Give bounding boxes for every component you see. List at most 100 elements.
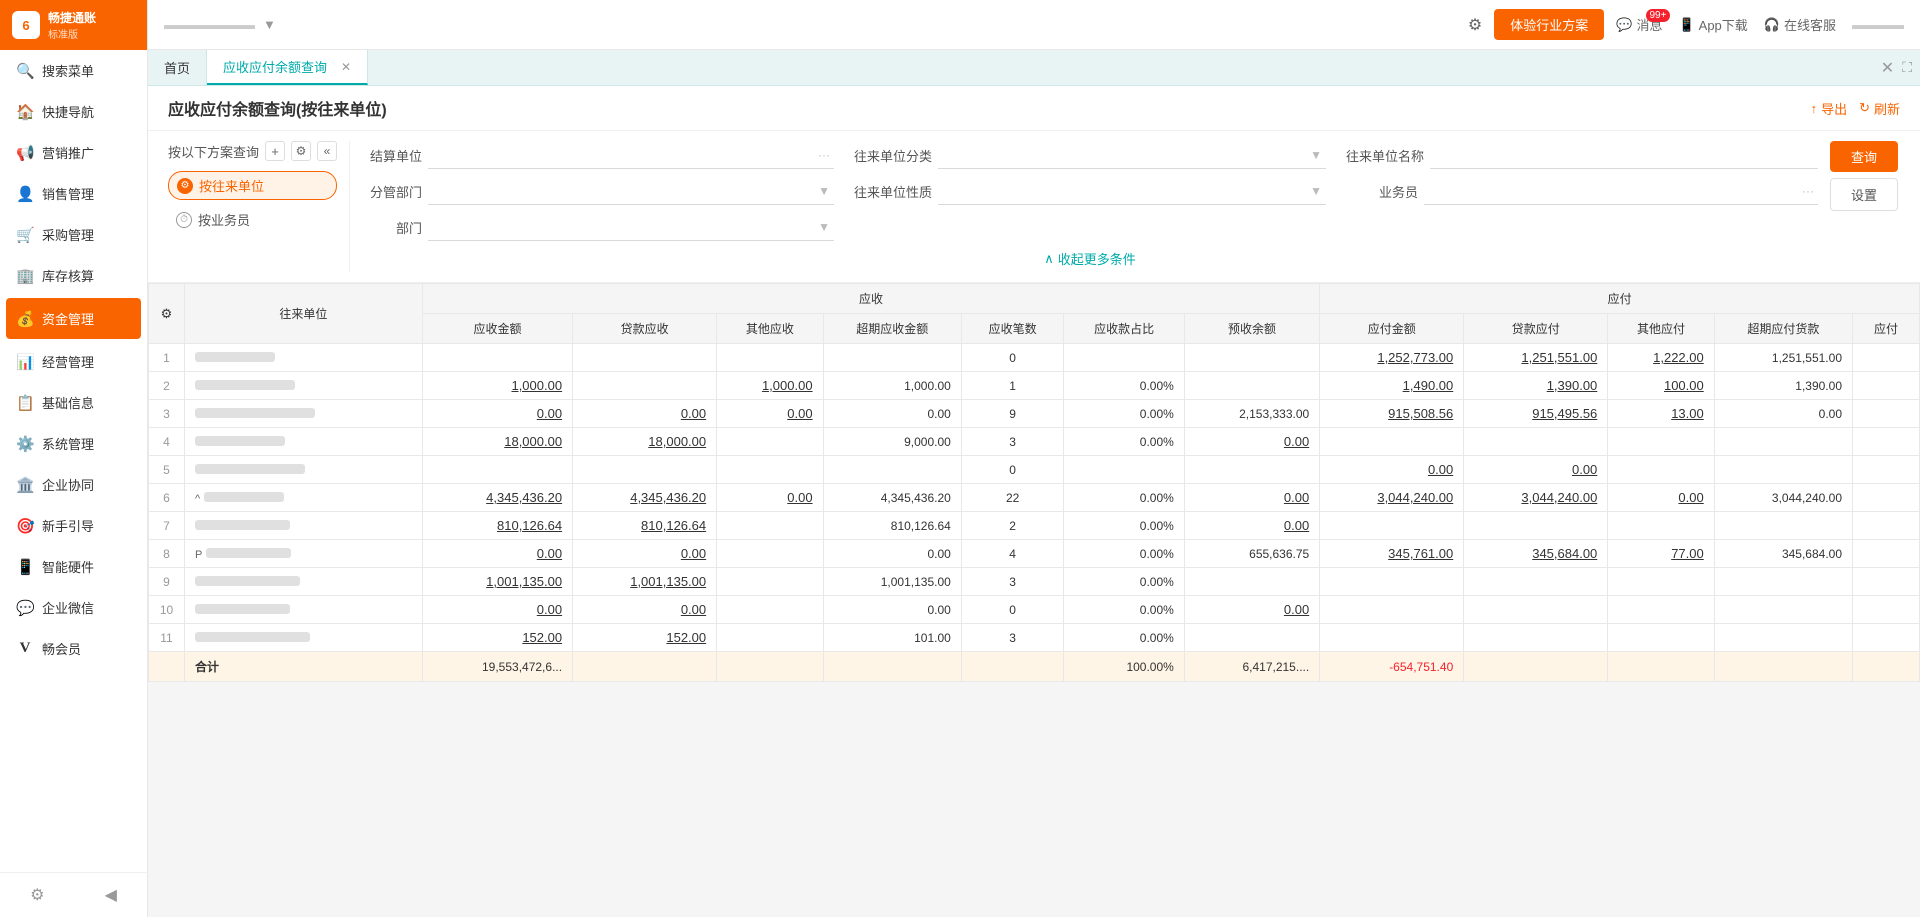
chat-icon: 💬 xyxy=(16,599,34,617)
sidebar-item-quick-nav[interactable]: 🏠 快捷导航 xyxy=(0,91,147,132)
window-expand-btn[interactable]: ⛶ xyxy=(1902,59,1912,76)
page-title: 应收应付余额查询(按往来单位) xyxy=(168,96,387,120)
chart-icon: 📊 xyxy=(16,353,34,371)
member-icon: V xyxy=(16,640,34,657)
home-icon: 🏠 xyxy=(16,103,34,121)
sidebar-item-inventory[interactable]: 🏢 库存核算 xyxy=(0,255,147,296)
nature-arrow-icon: ▼ xyxy=(1310,184,1322,198)
guide-icon: 🎯 xyxy=(16,517,34,535)
sidebar-item-marketing[interactable]: 📢 营销推广 xyxy=(0,132,147,173)
filter-row-1: 结算单位 ··· 往来单位分类 ▼ 往来单位名称 xyxy=(362,141,1818,169)
app-download-btn[interactable]: 📱 App下载 xyxy=(1678,15,1747,34)
refresh-icon: ↻ xyxy=(1859,100,1870,116)
user-info: ▬▬▬▬ xyxy=(1852,17,1904,32)
total-row: 合计 19,553,472,6... 100.00% 6,417,215....… xyxy=(149,652,1920,682)
money-icon: 💰 xyxy=(16,310,34,328)
salesperson-input[interactable]: ··· xyxy=(1424,177,1818,205)
settlement-unit-input[interactable]: ··· xyxy=(428,141,834,169)
sidebar-item-sys-manage[interactable]: ⚙️ 系统管理 xyxy=(0,423,147,464)
table-row: 10 0.00 0.00 0.00 0 0.00% 0.00 xyxy=(149,596,1920,624)
add-scheme-btn[interactable]: + xyxy=(265,141,285,161)
cart-icon: 🛒 xyxy=(16,226,34,244)
sidebar-item-guide[interactable]: 🎯 新手引导 xyxy=(0,505,147,546)
topbar-right: 💬 消息 99+ 📱 App下载 🎧 在线客服 ▬▬▬▬ xyxy=(1616,15,1904,34)
tab-close-btn[interactable]: ✕ xyxy=(341,60,351,74)
division-arrow-icon: ▼ xyxy=(818,184,830,198)
sidebar-item-business[interactable]: 📊 经营管理 xyxy=(0,341,147,382)
enterprise-icon: 🏛️ xyxy=(16,476,34,494)
scheme-options: ⚙ 按往来单位 ⏱ 按业务员 xyxy=(168,171,337,233)
table-row: 3 0.00 0.00 0.00 0.00 9 0.00% 2,153,333.… xyxy=(149,400,1920,428)
tab-ar-ap-query[interactable]: 应收应付余额查询 ✕ xyxy=(207,50,368,85)
partner-category-input[interactable]: ▼ xyxy=(938,141,1326,169)
promo-button[interactable]: 体验行业方案 xyxy=(1494,9,1604,40)
message-btn[interactable]: 💬 消息 99+ xyxy=(1616,15,1662,34)
query-button[interactable]: 查询 xyxy=(1830,141,1898,172)
settings-icon-btn[interactable]: ⚙ xyxy=(1468,15,1482,35)
division-input[interactable]: ▼ xyxy=(428,177,834,205)
message-badge: 99+ xyxy=(1646,9,1671,22)
service-icon: 🎧 xyxy=(1764,17,1780,33)
filter-partner-category: 往来单位分类 ▼ xyxy=(854,141,1326,169)
person-icon: 👤 xyxy=(16,185,34,203)
sidebar: 6 畅捷通账 标准版 🔍 搜索菜单 🏠 快捷导航 📢 营销推广 👤 销售管理 🛒… xyxy=(0,0,148,917)
sidebar-settings-btn[interactable]: ⚙ xyxy=(22,881,52,909)
col-ar-overdue: 超期应收金额 xyxy=(823,314,961,344)
refresh-btn[interactable]: ↻ 刷新 xyxy=(1859,99,1900,118)
sidebar-item-enterprise[interactable]: 🏛️ 企业协同 xyxy=(0,464,147,505)
table-row: 7 810,126.64 810,126.64 810,126.64 2 0.0… xyxy=(149,512,1920,540)
scheme-collapse-btn[interactable]: « xyxy=(317,141,337,161)
filter-settlement-unit: 结算单位 ··· xyxy=(362,141,834,169)
sidebar-collapse-btn[interactable]: ◀ xyxy=(97,881,125,909)
filter-partner-nature: 往来单位性质 ▼ xyxy=(854,177,1326,205)
scheme-option-staff[interactable]: ⏱ 按业务员 xyxy=(168,206,337,233)
scheme-option-partner[interactable]: ⚙ 按往来单位 xyxy=(168,171,337,200)
filter-area: 按以下方案查询 + ⚙ « ⚙ 按往来单位 ⏱ 按业务员 xyxy=(148,131,1920,283)
table-row: 8 P 0.00 0.00 0.00 4 0.00% 655,636.75 34… xyxy=(149,540,1920,568)
tab-home[interactable]: 首页 xyxy=(148,50,207,85)
table-row: 5 0 0.00 0.00 xyxy=(149,456,1920,484)
scheme-staff-icon: ⏱ xyxy=(176,212,192,228)
scheme-settings-btn[interactable]: ⚙ xyxy=(291,141,311,161)
table-row: 6 ^ 4,345,436.20 4,345,436.20 0.00 4,345… xyxy=(149,484,1920,512)
sidebar-item-sales[interactable]: 👤 销售管理 xyxy=(0,173,147,214)
window-close-btn[interactable]: ✕ xyxy=(1881,58,1894,78)
partner-name-input[interactable] xyxy=(1430,141,1818,169)
col-ap-other: 其他应付 xyxy=(1608,314,1714,344)
col-ar-count: 应收笔数 xyxy=(961,314,1064,344)
page-body: 应收应付余额查询(按往来单位) ↑ 导出 ↻ 刷新 按 xyxy=(148,86,1920,917)
col-ar-advance: 预收余额 xyxy=(1184,314,1319,344)
online-service-btn[interactable]: 🎧 在线客服 xyxy=(1764,15,1836,34)
collapse-btn[interactable]: ∧ 收起更多条件 xyxy=(362,245,1818,272)
sidebar-item-finance[interactable]: 💰 资金管理 xyxy=(6,298,141,339)
col-settings[interactable]: ⚙ xyxy=(149,284,185,344)
search-menu-icon: 🔍 xyxy=(16,62,34,80)
dots-icon: ··· xyxy=(818,148,830,162)
page-header-actions: ↑ 导出 ↻ 刷新 xyxy=(1811,99,1900,118)
settings-button[interactable]: 设置 xyxy=(1830,178,1898,211)
app-icon: 📱 xyxy=(1678,17,1694,33)
logo-icon: 6 xyxy=(12,11,40,39)
sidebar-item-basic-info[interactable]: 📋 基础信息 xyxy=(0,382,147,423)
logo-text: 畅捷通账 标准版 xyxy=(48,9,96,41)
export-btn[interactable]: ↑ 导出 xyxy=(1811,99,1848,118)
megaphone-icon: 📢 xyxy=(16,144,34,162)
sidebar-item-member[interactable]: V 畅会员 xyxy=(0,628,147,669)
table-row: 1 0 1,252,773.00 1,251,551.00 1,222.00 xyxy=(149,344,1920,372)
col-ap-overdue: 超期应付货款 xyxy=(1714,314,1852,344)
partner-nature-input[interactable]: ▼ xyxy=(938,177,1326,205)
filter-row-2: 分管部门 ▼ 往来单位性质 ▼ 业务员 xyxy=(362,177,1818,205)
col-ap-loan: 贷款应付 xyxy=(1464,314,1608,344)
main-container: ▬▬▬▬▬▬▬ ▼ ⚙ 体验行业方案 💬 消息 99+ 📱 App下载 🎧 在线… xyxy=(148,0,1920,917)
sidebar-item-smart-hw[interactable]: 📱 智能硬件 xyxy=(0,546,147,587)
sidebar-item-search-menu[interactable]: 🔍 搜索菜单 xyxy=(0,50,147,91)
filter-row-3: 部门 ▼ xyxy=(362,213,1818,241)
phone-icon: 📱 xyxy=(16,558,34,576)
col-partner: 往来单位 xyxy=(185,284,423,344)
department-input[interactable]: ▼ xyxy=(428,213,834,241)
sidebar-item-purchase[interactable]: 🛒 采购管理 xyxy=(0,214,147,255)
page-content: 应收应付余额查询(按往来单位) ↑ 导出 ↻ 刷新 按 xyxy=(148,86,1920,682)
filter-department: 部门 ▼ xyxy=(362,213,834,241)
sidebar-item-wechat[interactable]: 💬 企业微信 xyxy=(0,587,147,628)
breadcrumb-dropdown-icon[interactable]: ▼ xyxy=(263,17,276,32)
